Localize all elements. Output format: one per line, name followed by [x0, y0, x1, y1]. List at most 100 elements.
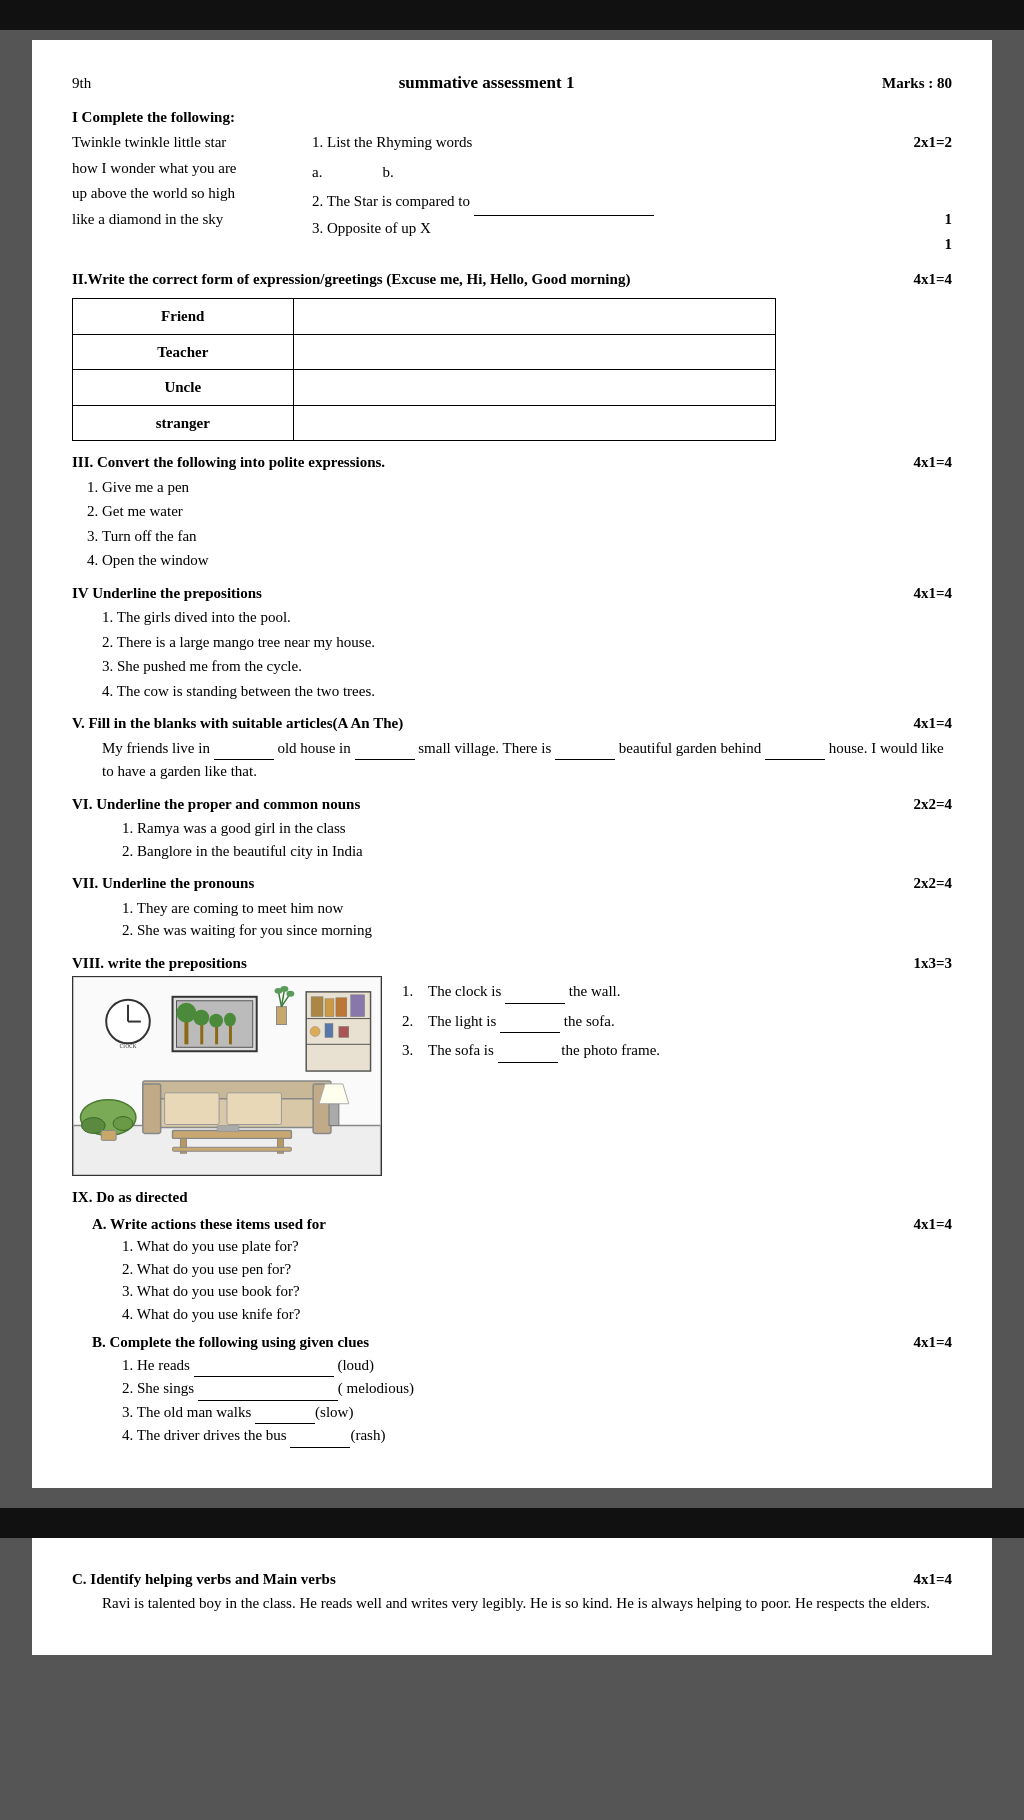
ix-b-header: B. Complete the following using given cl… [72, 1331, 952, 1354]
row-teacher: Teacher [73, 334, 294, 370]
svg-point-16 [224, 1013, 236, 1027]
list-item: 2. The light is the sofa. [402, 1010, 952, 1034]
section-v-text: My friends live in old house in small vi… [102, 737, 952, 783]
row-uncle: Uncle [73, 370, 294, 406]
list-item: 1. The girls dived into the pool. [102, 606, 952, 629]
blank [290, 1424, 350, 1448]
list-item: 1. Ramya was a good girl in the class [122, 817, 952, 840]
page-1: 9th summative assessment 1 Marks : 80 I … [32, 40, 992, 1488]
svg-rect-17 [277, 1007, 287, 1025]
q2-blank [474, 189, 654, 216]
section-ii-title: II.Write the correct form of expression/… [72, 268, 630, 291]
q2-row: 2. The Star is compared to [312, 189, 852, 216]
section-v-marks: 4x1=4 [913, 712, 952, 737]
blank [255, 1401, 315, 1425]
svg-rect-36 [143, 1084, 161, 1134]
section-iii-title: III. Convert the following into polite e… [72, 451, 385, 474]
poem-lines: Twinkle twinkle little star how I wonder… [72, 130, 312, 258]
section-iii-header: III. Convert the following into polite e… [72, 451, 952, 476]
svg-point-31 [310, 1027, 320, 1037]
ix-a-header: A. Write actions these items used for 4x… [72, 1213, 952, 1236]
section-iv-title: IV Underline the prepositions [72, 582, 262, 605]
list-item: Open the window [102, 549, 952, 572]
greetings-table: Friend Teacher Uncle stranger [72, 298, 776, 441]
list-item: Get me water [102, 500, 952, 523]
section-c: C. Identify helping verbs and Main verbs… [72, 1568, 952, 1615]
section-i-title: I Complete the following: [72, 106, 952, 129]
row-friend: Friend [73, 299, 294, 335]
section-vii-title: VII. Underline the pronouns [72, 872, 254, 895]
svg-point-23 [286, 991, 294, 997]
svg-rect-39 [227, 1093, 281, 1125]
list-item: Give me a pen [102, 476, 952, 499]
section-i: I Complete the following: Twinkle twinkl… [72, 106, 952, 258]
section-iii: III. Convert the following into polite e… [72, 451, 952, 572]
blank [765, 737, 825, 761]
poem-line-1: Twinkle twinkle little star [72, 130, 312, 156]
q1-marks-col: 2x1=2 1 1 [852, 130, 952, 258]
blank [355, 737, 415, 761]
blank [498, 1039, 558, 1063]
list-item: 4. What do you use knife for? [122, 1303, 952, 1326]
section-vi-marks: 2x2=4 [913, 793, 952, 818]
header: 9th summative assessment 1 Marks : 80 [72, 70, 952, 96]
q3-marks: 1 [852, 232, 952, 258]
section-ii: II.Write the correct form of expression/… [72, 268, 952, 442]
viii-content: clock [72, 976, 952, 1176]
svg-rect-33 [339, 1027, 349, 1038]
top-bar [0, 0, 1024, 30]
viii-questions: 1. The clock is the wall. 2. The light i… [402, 976, 952, 1069]
poem-line-2: how I wonder what you are [72, 156, 312, 182]
list-item: 4. The cow is standing between the two t… [102, 680, 952, 703]
list-item: 2. What do you use pen for? [122, 1258, 952, 1281]
list-item: Turn off the fan [102, 525, 952, 548]
section-c-header: C. Identify helping verbs and Main verbs… [72, 1568, 952, 1593]
blank [555, 737, 615, 761]
section-vii: VII. Underline the pronouns 2x2=4 1. The… [72, 872, 952, 942]
svg-text:clock: clock [119, 1041, 136, 1050]
q1-label: 1. List the Rhyming words [312, 130, 852, 156]
section-iii-marks: 4x1=4 [913, 451, 952, 476]
section-ix: IX. Do as directed A. Write actions thes… [72, 1186, 952, 1448]
row-teacher-answer [293, 334, 775, 370]
section-ii-header: II.Write the correct form of expression/… [72, 268, 952, 293]
poem-table: Twinkle twinkle little star how I wonder… [72, 130, 952, 258]
ix-b-title: B. Complete the following using given cl… [92, 1331, 369, 1354]
svg-rect-32 [325, 1024, 333, 1038]
section-iv-marks: 4x1=4 [913, 582, 952, 607]
section-iv-header: IV Underline the prepositions 4x1=4 [72, 582, 952, 607]
section-iv: IV Underline the prepositions 4x1=4 1. T… [72, 582, 952, 703]
q-text: The light is the sofa. [428, 1010, 615, 1034]
q-num: 1. [402, 980, 420, 1004]
section-vi-title: VI. Underline the proper and common noun… [72, 793, 360, 816]
blank [214, 737, 274, 761]
list-item: 3. What do you use book for? [122, 1280, 952, 1303]
list-item: 1. He reads (loud) [122, 1354, 952, 1378]
svg-rect-13 [215, 1025, 218, 1045]
section-v: V. Fill in the blanks with suitable arti… [72, 712, 952, 783]
q1-ab: a. b. [312, 160, 852, 186]
row-friend-answer [293, 299, 775, 335]
blank [198, 1377, 338, 1401]
svg-rect-50 [217, 1126, 239, 1132]
grade-label: 9th [72, 72, 91, 95]
svg-point-14 [209, 1014, 223, 1028]
list-item: 2. She was waiting for you since morning [122, 919, 952, 942]
table-row: Uncle [73, 370, 776, 406]
section-c-marks: 4x1=4 [913, 1568, 952, 1593]
q1-area: 1. List the Rhyming words a. b. 2. The S… [312, 130, 852, 258]
section-ix-a: A. Write actions these items used for 4x… [72, 1213, 952, 1326]
svg-rect-27 [311, 997, 323, 1017]
poem-line-4: like a diamond in the sky [72, 207, 312, 233]
list-item: 2. She sings ( melodious) [122, 1377, 952, 1401]
page-2: C. Identify helping verbs and Main verbs… [32, 1538, 992, 1655]
section-ix-b: B. Complete the following using given cl… [72, 1331, 952, 1448]
svg-point-44 [113, 1117, 133, 1131]
svg-rect-15 [229, 1024, 232, 1045]
marks-label: Marks : 80 [882, 72, 952, 95]
section-c-text: Ravi is talented boy in the class. He re… [102, 1592, 952, 1615]
room-image: clock [72, 976, 382, 1176]
list-item: 1. The clock is the wall. [402, 980, 952, 1004]
q2-marks: 1 [852, 207, 952, 233]
ix-a-title: A. Write actions these items used for [92, 1213, 326, 1236]
